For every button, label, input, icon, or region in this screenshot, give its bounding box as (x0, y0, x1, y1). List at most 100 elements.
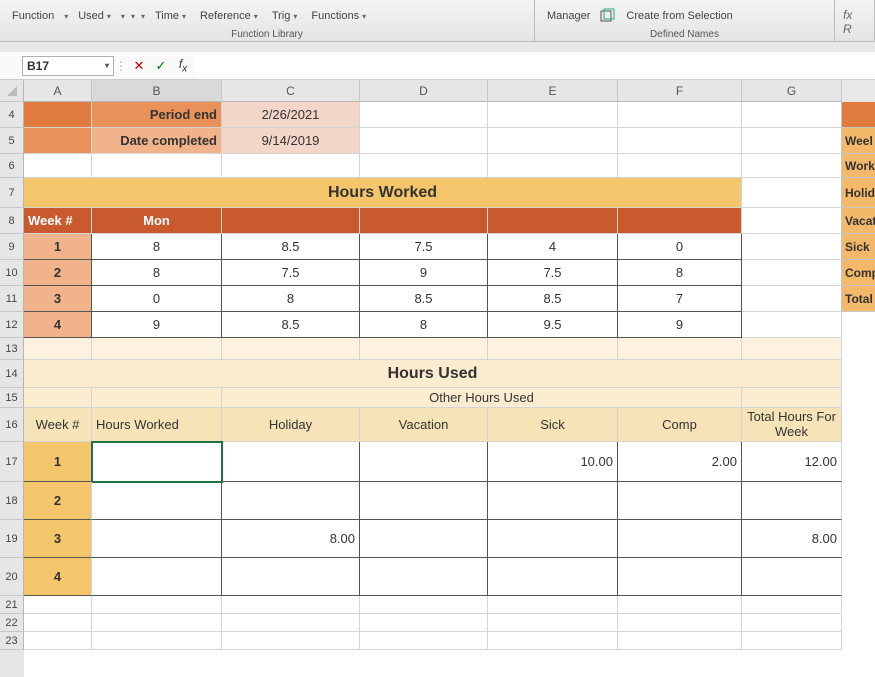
col-header-A[interactable]: A (24, 80, 92, 102)
cell-F11[interactable]: 7 (618, 286, 742, 312)
cell-B12[interactable]: 9 (92, 312, 222, 338)
hours-used-title[interactable]: Hours Used (24, 360, 842, 388)
cell-D22[interactable] (360, 614, 488, 632)
cell-A8[interactable]: Week # (24, 208, 92, 234)
cell-E17[interactable]: 10.00 (488, 442, 618, 482)
row-header-17[interactable]: 17 (0, 442, 24, 482)
cell-C18[interactable] (222, 482, 360, 520)
cell-B18[interactable] (92, 482, 222, 520)
col-header-D[interactable]: D (360, 80, 488, 102)
hu-hdr-total[interactable]: Total Hours ForWeek (742, 408, 842, 442)
row-header-13[interactable]: 13 (0, 338, 24, 360)
cell-D19[interactable] (360, 520, 488, 558)
hu-week-2[interactable]: 2 (24, 482, 92, 520)
cell-A6[interactable] (24, 154, 92, 178)
cell-D18[interactable] (360, 482, 488, 520)
cell-E20[interactable] (488, 558, 618, 596)
cell-E13[interactable] (488, 338, 618, 360)
row-header-14[interactable]: 14 (0, 360, 24, 388)
create-from-selection-button[interactable]: Create from Selection (622, 8, 736, 24)
cell-C11[interactable]: 8 (222, 286, 360, 312)
cell-D11[interactable]: 8.5 (360, 286, 488, 312)
col-header-B[interactable]: B (92, 80, 222, 102)
cell-G11[interactable] (742, 286, 842, 312)
row-header-4[interactable]: 4 (0, 102, 24, 128)
cell-B5[interactable]: Date completed (92, 128, 222, 154)
cell-G13[interactable] (742, 338, 842, 360)
cell-A13[interactable] (24, 338, 92, 360)
cell-E18[interactable] (488, 482, 618, 520)
cell-F19[interactable] (618, 520, 742, 558)
cell-F18[interactable] (618, 482, 742, 520)
cell-E23[interactable] (488, 632, 618, 650)
col-header-F[interactable]: F (618, 80, 742, 102)
cell-B22[interactable] (92, 614, 222, 632)
cell-B4[interactable]: Period end (92, 102, 222, 128)
cell-G7[interactable] (742, 178, 842, 208)
cell-C8[interactable] (222, 208, 360, 234)
fx-icon[interactable]: fx R (843, 14, 859, 30)
cell-C5[interactable]: 9/14/2019 (222, 128, 360, 154)
row-header-19[interactable]: 19 (0, 520, 24, 558)
row-header-18[interactable]: 18 (0, 482, 24, 520)
cell-B19[interactable] (92, 520, 222, 558)
row-header-16[interactable]: 16 (0, 408, 24, 442)
cell-G19[interactable]: 8.00 (742, 520, 842, 558)
row-header-9[interactable]: 9 (0, 234, 24, 260)
hu-hdr-week[interactable]: Week # (24, 408, 92, 442)
cell-E4[interactable] (488, 102, 618, 128)
cell-F4[interactable] (618, 102, 742, 128)
cell-D17[interactable] (360, 442, 488, 482)
cell-F20[interactable] (618, 558, 742, 596)
row-header-6[interactable]: 6 (0, 154, 24, 178)
cell-E10[interactable]: 7.5 (488, 260, 618, 286)
cell-E9[interactable]: 4 (488, 234, 618, 260)
recently-used-button[interactable]: Used▾ (74, 8, 115, 24)
cell-D5[interactable] (360, 128, 488, 154)
cell-G21[interactable] (742, 596, 842, 614)
cell-G20[interactable] (742, 558, 842, 596)
cell-A21[interactable] (24, 596, 92, 614)
row-header-23[interactable]: 23 (0, 632, 24, 650)
cell-E5[interactable] (488, 128, 618, 154)
cell-E11[interactable]: 8.5 (488, 286, 618, 312)
cell-C17[interactable] (222, 442, 360, 482)
row-header-15[interactable]: 15 (0, 388, 24, 408)
cell-F8[interactable] (618, 208, 742, 234)
cell-D13[interactable] (360, 338, 488, 360)
cell-F10[interactable]: 8 (618, 260, 742, 286)
math-trig-button[interactable]: Trig▾ (268, 8, 302, 24)
cell-G12[interactable] (742, 312, 842, 338)
cell-E22[interactable] (488, 614, 618, 632)
chevron-down-icon[interactable]: ▾ (105, 61, 109, 70)
col-header-C[interactable]: C (222, 80, 360, 102)
cell-G10[interactable] (742, 260, 842, 286)
hw-week-4[interactable]: 4 (24, 312, 92, 338)
cell-D9[interactable]: 7.5 (360, 234, 488, 260)
cell-G15[interactable] (742, 388, 842, 408)
row-header-10[interactable]: 10 (0, 260, 24, 286)
row-header-7[interactable]: 7 (0, 178, 24, 208)
cell-A5[interactable] (24, 128, 92, 154)
cell-B9[interactable]: 8 (92, 234, 222, 260)
cell-G5[interactable] (742, 128, 842, 154)
cell-F5[interactable] (618, 128, 742, 154)
cell-G9[interactable] (742, 234, 842, 260)
hw-week-1[interactable]: 1 (24, 234, 92, 260)
cell-G6[interactable] (742, 154, 842, 178)
hu-hdr-comp[interactable]: Comp (618, 408, 742, 442)
cell-B21[interactable] (92, 596, 222, 614)
cell-B15[interactable] (92, 388, 222, 408)
cell-D4[interactable] (360, 102, 488, 128)
cell-G4[interactable] (742, 102, 842, 128)
hu-week-3[interactable]: 3 (24, 520, 92, 558)
row-header-5[interactable]: 5 (0, 128, 24, 154)
cell-F21[interactable] (618, 596, 742, 614)
cell-G17[interactable]: 12.00 (742, 442, 842, 482)
row-header-20[interactable]: 20 (0, 558, 24, 596)
cell-F12[interactable]: 9 (618, 312, 742, 338)
cell-F9[interactable]: 0 (618, 234, 742, 260)
cell-F22[interactable] (618, 614, 742, 632)
cell-E19[interactable] (488, 520, 618, 558)
cell-B23[interactable] (92, 632, 222, 650)
